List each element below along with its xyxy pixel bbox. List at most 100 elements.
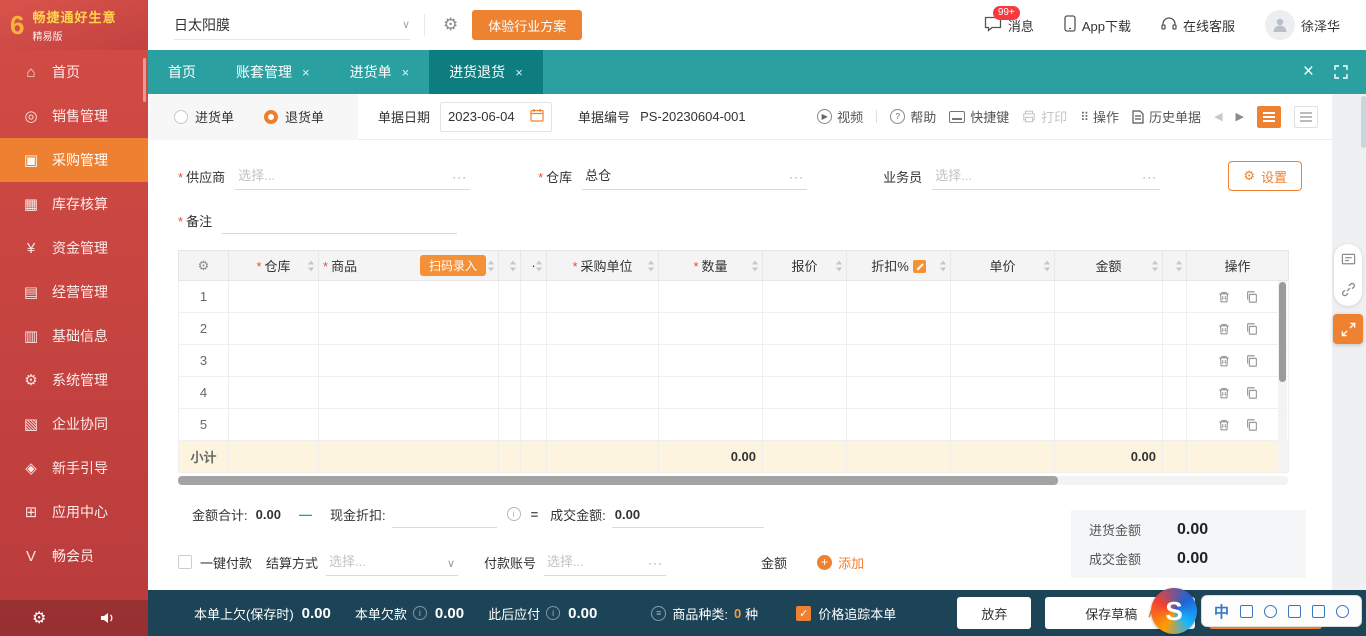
copy-row-icon[interactable] <box>1245 386 1259 400</box>
table-cell[interactable] <box>762 280 847 313</box>
salesman-input[interactable]: 选择... ··· <box>932 162 1161 190</box>
link-icon[interactable] <box>1341 282 1356 297</box>
table-cell[interactable] <box>658 408 763 441</box>
sort-icon[interactable] <box>648 259 655 272</box>
company-selector[interactable]: 日太阳膜 ∨ <box>174 10 410 40</box>
product-column-header[interactable]: * 商品 扫码录入 <box>318 250 499 281</box>
table-cell[interactable] <box>658 312 763 345</box>
sidebar-item-app-center[interactable]: ⊞ 应用中心 <box>0 490 148 534</box>
discount-column-header[interactable]: 折扣% <box>846 250 951 281</box>
more-icon[interactable]: ··· <box>789 170 804 184</box>
sidebar-item-basic-info[interactable]: ▥ 基础信息 <box>0 314 148 358</box>
table-cell[interactable] <box>520 280 547 313</box>
table-cell[interactable] <box>498 312 521 345</box>
sidebar-item-member[interactable]: V 畅会员 <box>0 534 148 578</box>
table-cell[interactable] <box>846 376 951 409</box>
sort-icon[interactable] <box>752 259 759 272</box>
table-cell[interactable] <box>1054 312 1163 345</box>
actions-link[interactable]: ⠿ 操作 <box>1080 107 1119 126</box>
table-horizontal-scrollbar[interactable] <box>178 476 1288 485</box>
settle-method-select[interactable]: 选择... ∨ <box>326 548 459 576</box>
list-view-button[interactable] <box>1257 105 1281 128</box>
more-icon[interactable]: ··· <box>648 556 663 570</box>
delete-row-icon[interactable] <box>1217 418 1231 432</box>
info-icon[interactable]: i <box>506 507 521 521</box>
table-cell[interactable] <box>1054 376 1163 409</box>
sort-icon[interactable] <box>536 259 543 272</box>
narrow-column-header[interactable]: · <box>520 250 547 281</box>
table-cell[interactable] <box>228 312 319 345</box>
table-cell[interactable] <box>950 312 1055 345</box>
column-settings-header[interactable]: ⚙ <box>178 250 229 281</box>
close-all-tabs-icon[interactable]: × <box>1303 61 1314 83</box>
supplier-input[interactable]: 选择... ··· <box>235 162 471 190</box>
table-cell[interactable] <box>762 376 847 409</box>
edit-discount-icon[interactable] <box>912 260 926 273</box>
checked-checkbox-icon[interactable]: ✓ <box>796 605 812 621</box>
table-cell[interactable] <box>1054 280 1163 313</box>
narrow-column-header[interactable] <box>1162 250 1187 281</box>
ime-settings-icon[interactable] <box>1336 604 1349 618</box>
more-icon[interactable]: ··· <box>1142 170 1157 184</box>
quote-column-header[interactable]: 报价 <box>762 250 847 281</box>
delete-row-icon[interactable] <box>1217 322 1231 336</box>
tab-account-management[interactable]: 账套管理 × <box>216 50 330 94</box>
tab-purchase-order[interactable]: 进货单 × <box>330 50 430 94</box>
app-download-button[interactable]: App下载 <box>1064 15 1131 35</box>
tab-purchase-return[interactable]: 进货退货 × <box>429 50 543 94</box>
messages-button[interactable]: 99+ 消息 <box>984 5 1034 35</box>
experience-plan-button[interactable]: 体验行业方案 <box>472 10 583 40</box>
remark-input[interactable] <box>222 206 458 234</box>
table-cell[interactable] <box>546 312 659 345</box>
add-payment-button[interactable]: + 添加 <box>817 553 864 572</box>
table-cell[interactable] <box>520 408 547 441</box>
feedback-icon[interactable] <box>1341 253 1356 268</box>
table-cell[interactable] <box>546 376 659 409</box>
table-cell[interactable] <box>318 312 499 345</box>
sogou-logo-icon[interactable]: S <box>1150 588 1197 634</box>
one-click-pay-checkbox[interactable] <box>178 555 192 569</box>
more-icon[interactable]: ··· <box>452 170 467 184</box>
table-cell[interactable] <box>318 280 499 313</box>
tab-home[interactable]: 首页 <box>148 50 216 94</box>
table-cell[interactable] <box>228 344 319 377</box>
warehouse-column-header[interactable]: * 仓库 <box>228 250 319 281</box>
sort-icon[interactable] <box>1044 259 1051 272</box>
table-cell[interactable] <box>546 280 659 313</box>
table-cell[interactable] <box>546 408 659 441</box>
table-cell[interactable] <box>950 344 1055 377</box>
table-cell[interactable] <box>658 376 763 409</box>
sidebar-item-collaboration[interactable]: ▧ 企业协同 <box>0 402 148 446</box>
radio-return-order[interactable]: 退货单 <box>264 107 324 126</box>
unit-column-header[interactable]: * 采购单位 <box>546 250 659 281</box>
ime-pen-icon[interactable] <box>1240 604 1253 618</box>
table-vertical-scrollbar[interactable] <box>1278 281 1287 471</box>
table-cell[interactable] <box>498 408 521 441</box>
cash-discount-input[interactable] <box>391 500 497 528</box>
table-cell[interactable] <box>658 344 763 377</box>
settings-gear-icon[interactable]: ⚙ <box>32 608 46 628</box>
copy-row-icon[interactable] <box>1245 322 1259 336</box>
hotkeys-link[interactable]: 快捷键 <box>949 107 1009 126</box>
table-cell[interactable] <box>318 408 499 441</box>
amount-column-header[interactable]: 金额 <box>1054 250 1163 281</box>
help-link[interactable]: ? 帮助 <box>890 107 936 126</box>
video-link[interactable]: ▶ 视频 <box>817 107 863 126</box>
sidebar-scrollbar[interactable] <box>143 58 146 102</box>
scan-entry-button[interactable]: 扫码录入 <box>419 255 486 276</box>
unit-price-column-header[interactable]: 单价 <box>950 250 1055 281</box>
pay-account-select[interactable]: 选择... ··· <box>544 548 667 576</box>
expand-icon[interactable] <box>1333 314 1363 344</box>
table-cell[interactable] <box>950 280 1055 313</box>
table-cell[interactable] <box>846 312 951 345</box>
table-cell[interactable] <box>846 408 951 441</box>
table-cell[interactable] <box>228 280 319 313</box>
sort-icon[interactable] <box>1152 259 1159 272</box>
table-cell[interactable] <box>846 280 951 313</box>
table-cell[interactable] <box>1054 344 1163 377</box>
table-cell[interactable] <box>762 312 847 345</box>
sidebar-item-home[interactable]: ⌂ 首页 <box>0 50 148 94</box>
narrow-column-header[interactable] <box>498 250 521 281</box>
table-cell[interactable] <box>228 376 319 409</box>
fullscreen-icon[interactable] <box>1334 65 1348 79</box>
